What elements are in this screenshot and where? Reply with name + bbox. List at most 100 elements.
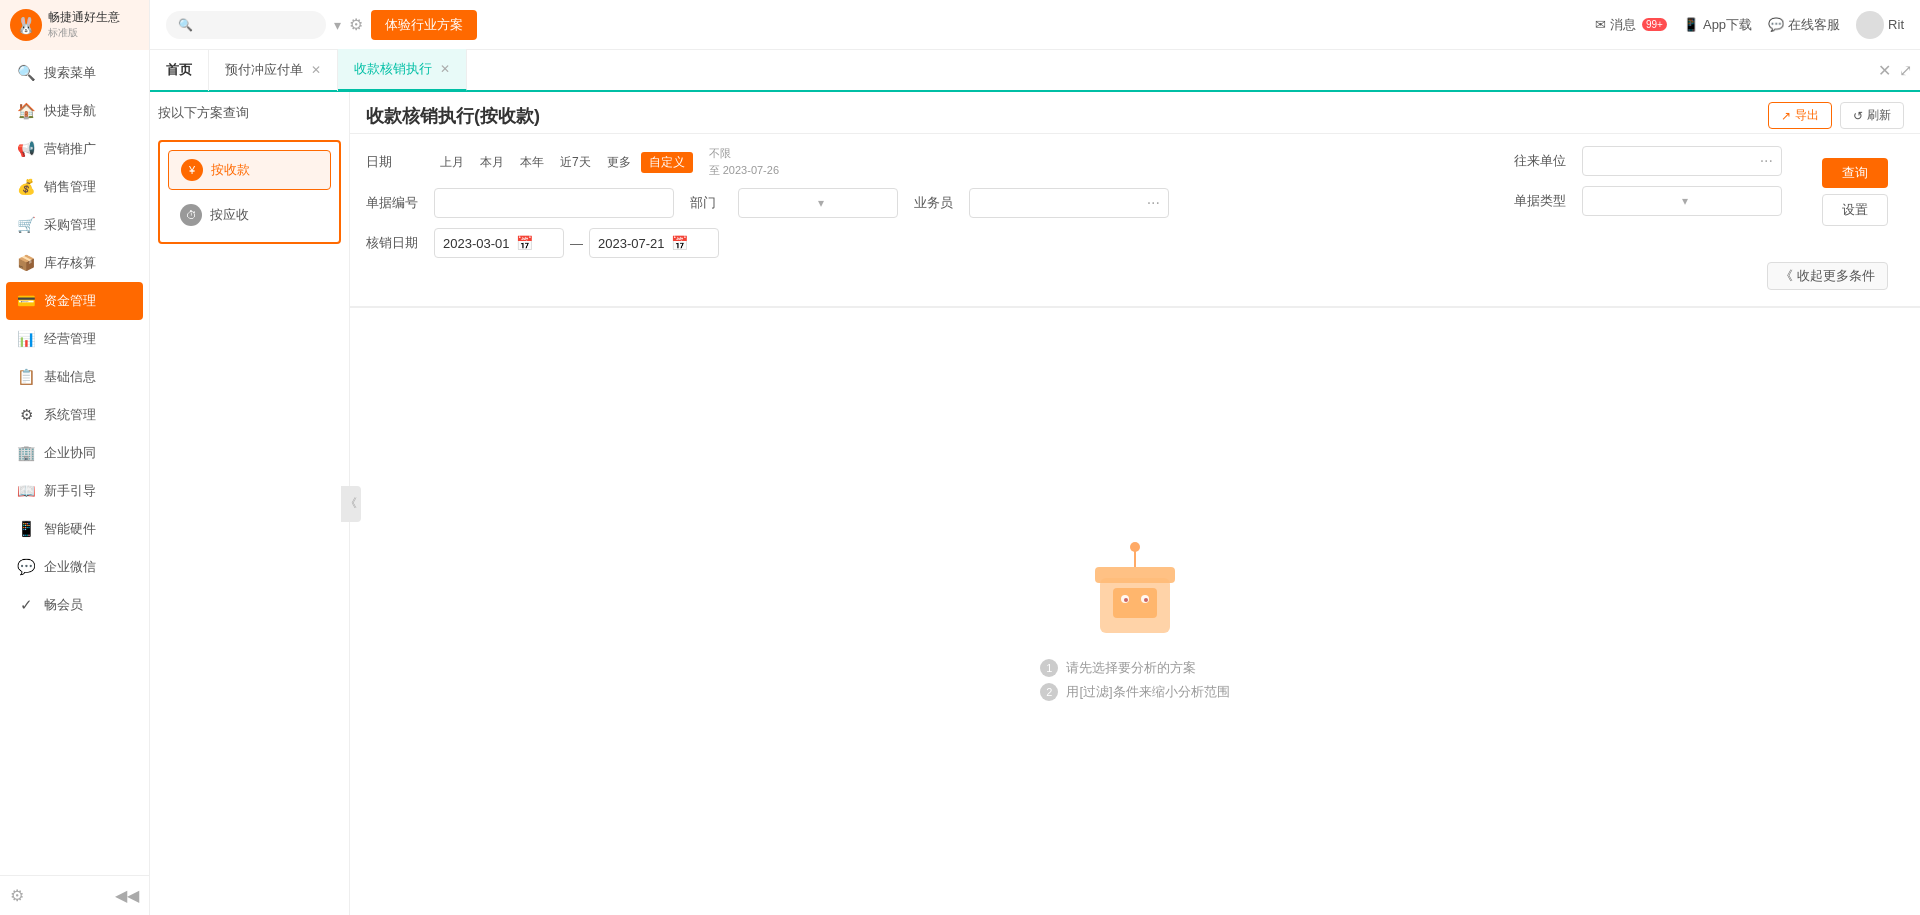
tab-receipt-verify[interactable]: 收款核销执行 ✕ [338, 49, 467, 91]
sidebar-bottom: ⚙ ◀◀ [0, 875, 149, 915]
app-download-button[interactable]: 📱 App下载 [1683, 16, 1752, 34]
topbar-right: ✉ 消息 99+ 📱 App下载 💬 在线客服 Rit [1595, 11, 1904, 39]
doc-number-field[interactable] [434, 188, 674, 218]
sidebar-item-search[interactable]: 🔍 搜索菜单 [0, 54, 149, 92]
enterprise-icon: 🏢 [16, 444, 36, 462]
online-service-icon: 💬 [1768, 17, 1784, 32]
sidebar-item-hardware[interactable]: 📱 智能硬件 [0, 510, 149, 548]
sidebar-item-inventory[interactable]: 📦 库存核算 [0, 244, 149, 282]
sidebar-item-label: 基础信息 [44, 368, 96, 386]
sidebar-item-label: 采购管理 [44, 216, 96, 234]
sidebar-item-basic-info[interactable]: 📋 基础信息 [0, 358, 149, 396]
empty-hint-2: 2 用[过滤]条件来缩小分析范围 [1040, 683, 1229, 701]
user-profile[interactable]: Rit [1856, 11, 1904, 39]
date-shortcuts: 上月 本月 本年 近7天 更多 自定义 [434, 152, 693, 173]
app-download-icon: 📱 [1683, 17, 1699, 32]
by-receipt-label: 按收款 [211, 161, 250, 179]
hint-1-number: 1 [1040, 659, 1058, 677]
date-btn-this-year[interactable]: 本年 [514, 152, 550, 173]
maximize-tab-icon[interactable]: ⤢ [1899, 61, 1912, 80]
verify-date-end-input[interactable]: 2023-07-21 📅 [589, 228, 719, 258]
finance-icon: 💳 [16, 292, 36, 310]
verify-date-start-input[interactable]: 2023-03-01 📅 [434, 228, 564, 258]
filter-right-cols: 往来单位 ··· 单据类型 ▾ [1514, 146, 1782, 258]
date-btn-custom[interactable]: 自定义 [641, 152, 693, 173]
sidebar-item-member[interactable]: ✓ 畅会员 [0, 586, 149, 624]
doc-type-select[interactable]: ▾ [1582, 186, 1782, 216]
verify-date-start-value: 2023-03-01 [443, 236, 510, 251]
search-icon: 🔍 [16, 64, 36, 82]
empty-hints: 1 请先选择要分析的方案 2 用[过滤]条件来缩小分析范围 [1040, 659, 1229, 701]
doc-type-label: 单据类型 [1514, 192, 1566, 210]
export-icon: ↗ [1781, 109, 1791, 123]
sidebar-item-guide[interactable]: 📖 新手引导 [0, 472, 149, 510]
sidebar-item-enterprise[interactable]: 🏢 企业协同 [0, 434, 149, 472]
sidebar-item-quick-nav[interactable]: 🏠 快捷导航 [0, 92, 149, 130]
sidebar-item-label: 资金管理 [44, 292, 96, 310]
more-conditions-button[interactable]: 《 收起更多条件 [1767, 262, 1888, 290]
app-version: 标准版 [48, 26, 120, 40]
collapse-sidebar-icon[interactable]: ◀◀ [115, 886, 139, 905]
filter-row-1: 日期 上月 本月 本年 近7天 更多 自定义 不限 至 [366, 146, 1474, 178]
sidebar: 🐰 畅捷通好生意 标准版 🔍 搜索菜单 🏠 快捷导航 📢 营销推广 💰 销售管理… [0, 0, 150, 915]
settings-bottom-icon[interactable]: ⚙ [10, 886, 24, 905]
query-button[interactable]: 查询 [1822, 158, 1888, 188]
tab-receipt-verify-close-icon[interactable]: ✕ [440, 62, 450, 76]
verify-date-start-calendar-icon[interactable]: 📅 [516, 235, 533, 251]
date-btn-more[interactable]: 更多 [601, 152, 637, 173]
department-select[interactable]: ▾ [738, 188, 898, 218]
date-no-limit: 不限 [709, 146, 779, 161]
filter-option-by-receivable[interactable]: ⏱ 按应收 [168, 196, 331, 234]
export-button[interactable]: ↗ 导出 [1768, 102, 1832, 129]
sidebar-item-label: 畅会员 [44, 596, 83, 614]
counterparty-field[interactable]: ··· [1582, 146, 1782, 176]
collapse-filter-panel-button[interactable]: 《 [341, 486, 361, 522]
tab-prepay[interactable]: 预付冲应付单 ✕ [209, 49, 338, 91]
industry-solution-button[interactable]: 体验行业方案 [371, 10, 477, 40]
close-tab-icon[interactable]: ✕ [1878, 61, 1891, 80]
setting-button[interactable]: 设置 [1822, 194, 1888, 226]
verify-date-group: 2023-03-01 📅 — 2023-07-21 📅 [434, 228, 719, 258]
counterparty-label: 往来单位 [1514, 152, 1566, 170]
sidebar-item-operations[interactable]: 📊 经营管理 [0, 320, 149, 358]
spacer [1514, 226, 1782, 256]
counterparty-dots[interactable]: ··· [1760, 152, 1773, 170]
sidebar-item-label: 营销推广 [44, 140, 96, 158]
sidebar-item-wechat[interactable]: 💬 企业微信 [0, 548, 149, 586]
employee-input[interactable] [978, 196, 1147, 211]
topbar-search[interactable]: 🔍 [166, 11, 326, 39]
refresh-button[interactable]: ↺ 刷新 [1840, 102, 1904, 129]
topbar-settings-icon[interactable]: ⚙ [349, 15, 363, 34]
online-service-button[interactable]: 💬 在线客服 [1768, 16, 1840, 34]
tab-prepay-close-icon[interactable]: ✕ [311, 63, 321, 77]
sidebar-nav: 🔍 搜索菜单 🏠 快捷导航 📢 营销推广 💰 销售管理 🛒 采购管理 📦 库存核… [0, 50, 149, 875]
doc-number-label: 单据编号 [366, 194, 418, 212]
tab-home[interactable]: 首页 [150, 49, 209, 91]
verify-date-end-calendar-icon[interactable]: 📅 [671, 235, 688, 251]
sidebar-item-label: 系统管理 [44, 406, 96, 424]
sidebar-item-finance[interactable]: 💳 资金管理 [6, 282, 143, 320]
topbar-chevron-icon[interactable]: ▾ [334, 17, 341, 33]
system-icon: ⚙ [16, 406, 36, 424]
by-receivable-label: 按应收 [210, 206, 249, 224]
employee-dots[interactable]: ··· [1147, 194, 1160, 212]
sidebar-item-marketing[interactable]: 📢 营销推广 [0, 130, 149, 168]
date-btn-7days[interactable]: 近7天 [554, 152, 597, 173]
sidebar-item-sales[interactable]: 💰 销售管理 [0, 168, 149, 206]
doc-number-input[interactable] [443, 196, 665, 211]
empty-hint-1: 1 请先选择要分析的方案 [1040, 659, 1196, 677]
topbar-search-icon: 🔍 [178, 18, 193, 32]
employee-field[interactable]: ··· [969, 188, 1169, 218]
by-receipt-icon: ¥ [181, 159, 203, 181]
filter-option-by-receipt[interactable]: ¥ 按收款 [168, 150, 331, 190]
date-btn-last-month[interactable]: 上月 [434, 152, 470, 173]
guide-icon: 📖 [16, 482, 36, 500]
sidebar-item-system[interactable]: ⚙ 系统管理 [0, 396, 149, 434]
date-btn-this-month[interactable]: 本月 [474, 152, 510, 173]
page-title: 收款核销执行(按收款) [366, 104, 540, 128]
counterparty-input[interactable] [1591, 154, 1760, 169]
marketing-icon: 📢 [16, 140, 36, 158]
message-button[interactable]: ✉ 消息 99+ [1595, 16, 1667, 34]
by-receivable-icon: ⏱ [180, 204, 202, 226]
sidebar-item-purchase[interactable]: 🛒 采购管理 [0, 206, 149, 244]
